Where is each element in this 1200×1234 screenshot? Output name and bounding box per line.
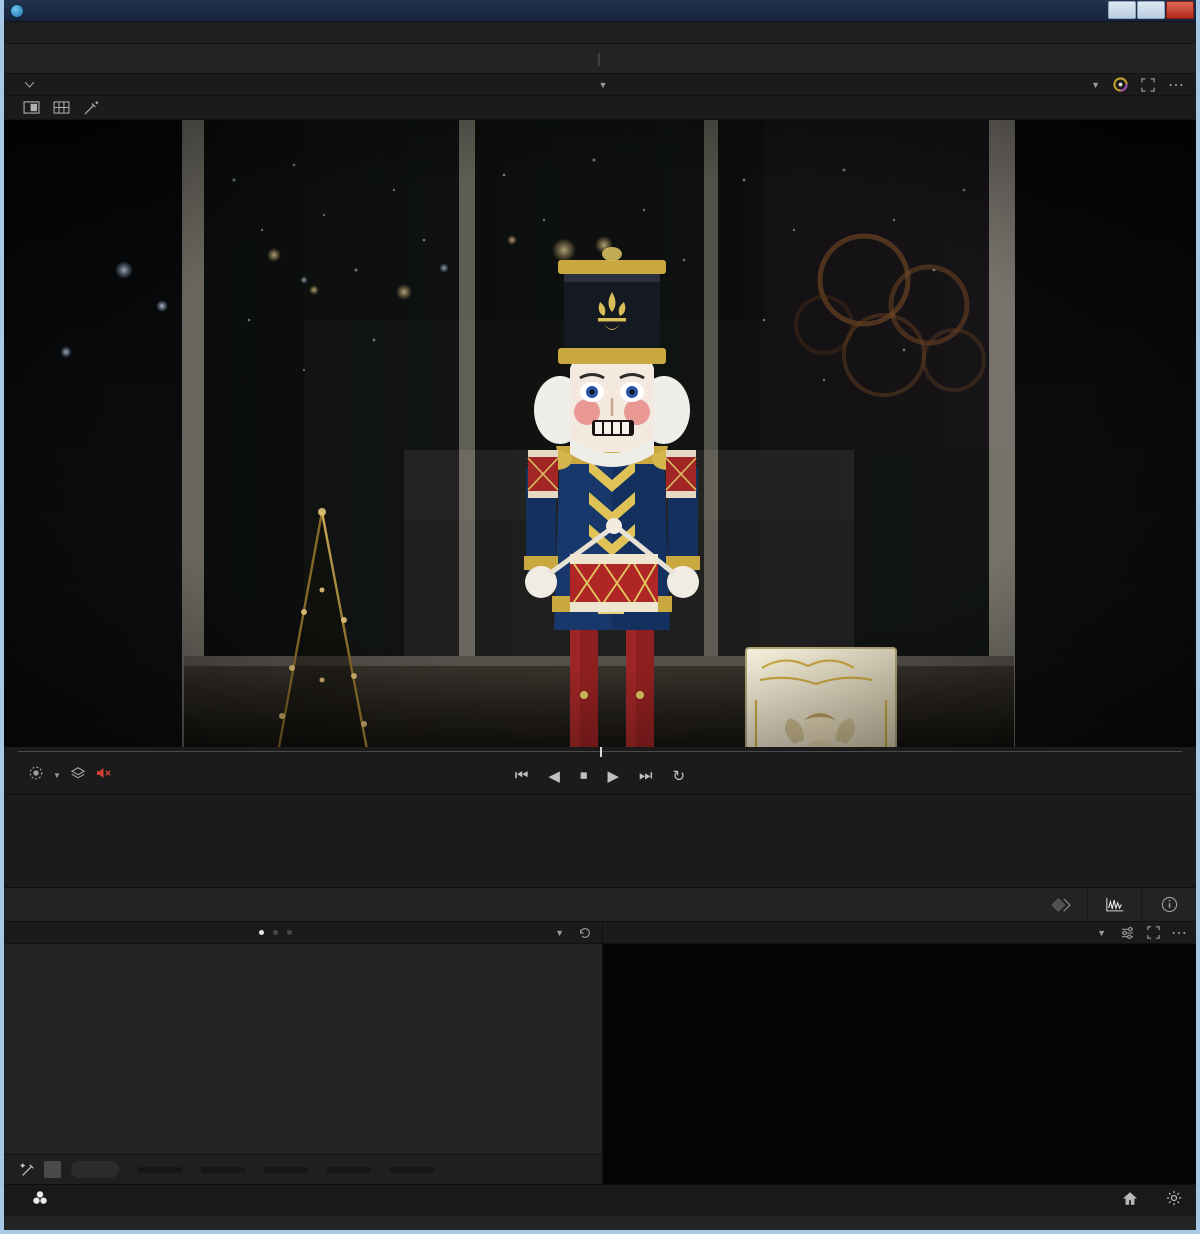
color-wheel-toggle-icon[interactable] [1106,74,1134,96]
viewer-subtoolbar [4,96,1196,120]
grid-view-icon[interactable] [48,98,74,118]
color-wheels-panel: ▼ [4,922,602,1184]
playhead[interactable] [600,747,602,757]
sat-value[interactable] [264,1166,308,1173]
play-reverse-button[interactable]: ◀ [548,767,560,785]
app-logo-icon [10,3,24,18]
split-screen-icon[interactable] [18,98,44,118]
stop-button[interactable]: ⏹ [580,767,588,784]
color-wheels-header: ▼ [4,922,602,944]
scope-graph [645,948,1194,1170]
pivot-value[interactable] [201,1166,245,1173]
color-palette-toolbar [4,887,1196,922]
contrast-param [133,1166,182,1173]
transport-left-tools: ▼ [4,765,112,786]
scopes-header-right: ▼ ⋯ [1091,922,1192,944]
status-right [1122,1190,1182,1211]
parade-waveform [645,948,1194,1170]
fullscreen-icon[interactable] [1134,74,1162,96]
viewer-scrubber[interactable] [4,747,1196,757]
scopes-icon[interactable] [1088,887,1142,922]
settings-icon[interactable] [1166,1190,1182,1211]
lum-mix-value[interactable] [390,1166,434,1173]
gallery-stills-icon[interactable] [1034,887,1088,922]
project-title-area: | [597,51,601,66]
wheel-page-dots[interactable] [259,930,292,935]
clip-thumbnail-strip[interactable] [4,795,1196,888]
viewer-image [4,120,1196,747]
info-icon[interactable] [1142,888,1196,922]
scope-options-icon[interactable]: ⋯ [1166,922,1192,944]
minimize-button[interactable] [1108,1,1136,19]
node-toggle[interactable] [71,1161,119,1178]
scope-settings-icon[interactable] [1114,922,1140,944]
page-dot-2[interactable] [273,930,278,935]
page-dot-3[interactable] [287,930,292,935]
reset-wheels-icon[interactable] [572,922,598,944]
loop-button[interactable]: ↻ [673,767,686,785]
hue-value[interactable] [327,1166,371,1173]
pivot-param [196,1166,245,1173]
version-a-button[interactable] [44,1161,61,1178]
scopes-panel: ▼ ⋯ [602,922,1196,1184]
home-icon[interactable] [1122,1191,1138,1211]
transport-controls: ⏮ ◀ ⏹ ▶ ⏭ ↻ [4,767,1196,785]
auto-balance-icon[interactable] [16,1162,40,1178]
color-wheels-row [4,944,602,1154]
chevron-down-icon[interactable]: ▼ [53,771,61,780]
image-viewer[interactable] [4,120,1196,747]
chevron-down-icon[interactable]: ▼ [1097,928,1106,938]
status-bar [4,1184,1196,1216]
scopes-header: ▼ ⋯ [603,922,1196,944]
mute-audio-icon[interactable] [95,766,112,785]
scope-y-axis [603,944,643,1184]
scope-display[interactable] [603,944,1196,1184]
sat-param [259,1166,308,1173]
menu-bar [4,22,1196,44]
maximize-button[interactable] [1137,1,1165,19]
contrast-value[interactable] [138,1166,182,1173]
page-dot-1[interactable] [259,930,264,935]
skip-end-button[interactable]: ⏭ [639,767,653,784]
viewer-header-right: ▼ ⋯ [1087,74,1190,96]
davinci-resolve-window: | ▼ ▼ ⋯ ▼ ⏮ ◀ ⏹ ▶ ⏭ ↻ ▼ ▼ ⋯ [0,0,1200,1234]
window-controls [1108,1,1194,19]
scope-fullscreen-icon[interactable] [1140,922,1166,944]
timeline-selector[interactable]: ▼ [4,79,1196,91]
top-toolbar: | [4,44,1196,74]
hue-param [322,1166,371,1173]
title-bar [4,0,1196,22]
lum-mix-param [385,1166,434,1173]
close-button[interactable] [1166,1,1194,19]
transport-bar: ▼ ⏮ ◀ ⏹ ▶ ⏭ ↻ [4,757,1196,795]
chevron-down-icon[interactable]: ▼ [1091,80,1100,90]
color-params-bar [4,1154,602,1184]
chevron-down-icon[interactable]: ▼ [555,928,564,938]
layers-icon[interactable] [70,766,86,785]
resolve-logo-icon [32,1190,48,1211]
magic-mask-icon[interactable] [78,98,104,118]
color-wheels-header-right: ▼ [549,922,598,944]
skip-start-button[interactable]: ⏮ [515,767,529,784]
viewer-options-icon[interactable]: ⋯ [1162,74,1190,96]
zoom-selector[interactable] [4,81,34,88]
viewer-header: ▼ ▼ ⋯ [4,74,1196,96]
lower-panels: ▼ ▼ ⋯ [4,922,1196,1184]
chevron-down-icon [25,81,34,88]
play-button[interactable]: ▶ [607,767,619,785]
onion-skin-icon[interactable] [28,765,44,786]
color-toolbar-right [1034,887,1196,922]
status-left [4,1190,56,1211]
